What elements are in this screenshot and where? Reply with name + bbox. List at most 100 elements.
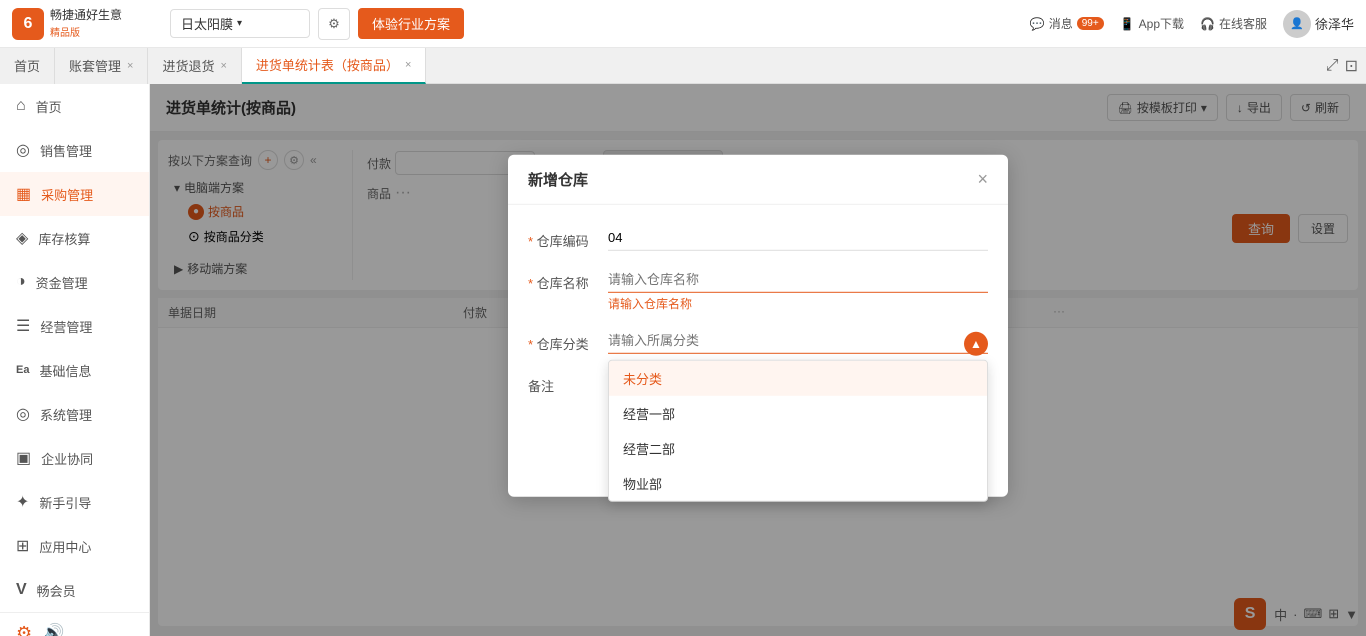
name-field-group: 仓库名称 请输入仓库名称 bbox=[528, 267, 988, 312]
close-icon[interactable]: × bbox=[127, 60, 133, 72]
sidebar-item-operation[interactable]: ☰ 经营管理 bbox=[0, 304, 149, 348]
message-badge: 99+ bbox=[1077, 17, 1104, 30]
user-name: 徐泽华 bbox=[1315, 14, 1354, 33]
operation-icon: ☰ bbox=[16, 316, 30, 336]
app-download-button[interactable]: 📱 App下载 bbox=[1120, 15, 1184, 32]
inventory-icon: ◈ bbox=[16, 228, 28, 248]
logo-text: 畅捷通好生意 精品版 bbox=[50, 8, 122, 39]
sidebar-item-label: 采购管理 bbox=[41, 185, 93, 204]
sidebar-item-apps[interactable]: ⊞ 应用中心 bbox=[0, 524, 149, 568]
vip-icon: V bbox=[16, 581, 27, 599]
chevron-down-icon: ▾ bbox=[237, 18, 242, 29]
name-input[interactable] bbox=[608, 267, 988, 293]
top-bar: 6 畅捷通好生意 精品版 日太阳膜 ▾ ⚙ 体验行业方案 💬 消息 99+ 📱 … bbox=[0, 0, 1366, 48]
tab-purchase-return[interactable]: 进货退货 × bbox=[148, 48, 241, 84]
tab-purchase-stats-label: 进货单统计表（按商品） bbox=[256, 55, 399, 74]
sidebar-item-basic[interactable]: Ea 基础信息 bbox=[0, 348, 149, 392]
dropdown-option-uncategorized[interactable]: 未分类 bbox=[609, 361, 987, 396]
message-label: 消息 bbox=[1049, 15, 1073, 32]
dropdown-option-dept2[interactable]: 经营二部 bbox=[609, 431, 987, 466]
tab-home[interactable]: 首页 bbox=[0, 48, 55, 84]
modal-close-button[interactable]: × bbox=[977, 169, 988, 190]
code-label: 仓库编码 bbox=[528, 225, 608, 250]
new-warehouse-modal: 新增仓库 × 仓库编码 仓库名称 请输入仓库名称 bbox=[508, 155, 1008, 497]
system-icon: ◎ bbox=[16, 404, 30, 424]
sidebar-bottom: ⚙ 🔊 bbox=[0, 612, 150, 636]
headset-icon: 🎧 bbox=[1200, 17, 1215, 31]
category-field-group: 仓库分类 ▲ 未分类 经营一部 经营二部 物业部 bbox=[528, 328, 988, 354]
sidebar-item-vip[interactable]: V 畅会员 bbox=[0, 568, 149, 612]
user-info[interactable]: 👤 徐泽华 bbox=[1283, 10, 1354, 38]
finance-icon: ◑ bbox=[16, 273, 26, 291]
sidebar-item-newbie[interactable]: ✦ 新手引导 bbox=[0, 480, 149, 524]
sidebar-item-inventory[interactable]: ◈ 库存核算 bbox=[0, 216, 149, 260]
tab-purchase-return-label: 进货退货 bbox=[162, 56, 214, 75]
top-bar-right: 💬 消息 99+ 📱 App下载 🎧 在线客服 👤 徐泽华 bbox=[1030, 10, 1354, 38]
message-button[interactable]: 💬 消息 99+ bbox=[1030, 15, 1104, 32]
sidebar-item-label: 畅会员 bbox=[37, 581, 76, 600]
sidebar-item-label: 新手引导 bbox=[39, 493, 91, 512]
sidebar-item-enterprise[interactable]: ▣ 企业协同 bbox=[0, 436, 149, 480]
close-icon[interactable]: × bbox=[405, 59, 411, 71]
code-field-group: 仓库编码 bbox=[528, 225, 988, 251]
home-icon: ⌂ bbox=[16, 97, 26, 115]
modal-body: 仓库编码 仓库名称 请输入仓库名称 仓库分类 bbox=[508, 205, 1008, 432]
code-input[interactable] bbox=[608, 225, 988, 251]
sidebar-item-label: 库存核算 bbox=[38, 229, 90, 248]
category-input[interactable] bbox=[608, 328, 988, 354]
logo-icon: 6 bbox=[12, 8, 44, 40]
sidebar-item-purchase[interactable]: ▦ 采购管理 bbox=[0, 172, 149, 216]
modal-header: 新增仓库 × bbox=[508, 155, 1008, 205]
gear-icon: ⚙ bbox=[328, 16, 340, 32]
logo-area: 6 畅捷通好生意 精品版 bbox=[12, 8, 162, 40]
app-label: App下载 bbox=[1139, 15, 1184, 32]
enterprise-icon: ▣ bbox=[16, 448, 31, 468]
sales-icon: ◎ bbox=[16, 140, 30, 160]
category-dropdown-wrapper: ▲ 未分类 经营一部 经营二部 物业部 bbox=[608, 328, 988, 354]
service-button[interactable]: 🎧 在线客服 bbox=[1200, 15, 1267, 32]
restore-icon[interactable]: ⤢ bbox=[1326, 57, 1339, 75]
name-label: 仓库名称 bbox=[528, 267, 608, 292]
purchase-icon: ▦ bbox=[16, 184, 31, 204]
service-label: 在线客服 bbox=[1219, 15, 1267, 32]
code-field-col bbox=[608, 225, 988, 251]
dropdown-option-property[interactable]: 物业部 bbox=[609, 466, 987, 501]
store-name: 日太阳膜 bbox=[181, 14, 233, 33]
apps-icon: ⊞ bbox=[16, 536, 29, 556]
category-label: 仓库分类 bbox=[528, 328, 608, 353]
settings-button[interactable]: ⚙ bbox=[318, 8, 350, 40]
modal-title: 新增仓库 bbox=[528, 169, 588, 190]
tab-home-label: 首页 bbox=[14, 56, 40, 75]
sidebar-item-label: 系统管理 bbox=[40, 405, 92, 424]
settings-bottom-icon[interactable]: ⚙ bbox=[16, 623, 32, 636]
dropdown-toggle-button[interactable]: ▲ bbox=[964, 332, 988, 356]
content-area: 进货单统计(按商品) 🖨 按模板打印 ▾ ↓ 导出 ↺ 刷新 bbox=[150, 84, 1366, 636]
dropdown-option-dept1[interactable]: 经营一部 bbox=[609, 396, 987, 431]
tab-bar: 首页 账套管理 × 进货退货 × 进货单统计表（按商品） × ⤢ ⊡ bbox=[0, 48, 1366, 84]
sound-icon[interactable]: 🔊 bbox=[42, 623, 64, 636]
tab-accounts-label: 账套管理 bbox=[69, 56, 121, 75]
trial-button[interactable]: 体验行业方案 bbox=[358, 8, 464, 39]
sidebar-item-system[interactable]: ◎ 系统管理 bbox=[0, 392, 149, 436]
sidebar-item-label: 销售管理 bbox=[40, 141, 92, 160]
category-dropdown-list: 未分类 经营一部 经营二部 物业部 bbox=[608, 360, 988, 502]
expand-icon[interactable]: ⊡ bbox=[1345, 56, 1358, 76]
sidebar-item-label: 资金管理 bbox=[36, 273, 88, 292]
store-selector[interactable]: 日太阳膜 ▾ bbox=[170, 9, 310, 38]
remark-label: 备注 bbox=[528, 370, 608, 395]
tab-bar-actions: ⤢ ⊡ bbox=[1326, 56, 1366, 76]
newbie-icon: ✦ bbox=[16, 492, 29, 512]
sidebar: ⌂ 首页 ◎ 销售管理 ▦ 采购管理 ◈ 库存核算 ◑ 资金管理 ☰ 经营管理 … bbox=[0, 84, 150, 636]
tab-purchase-stats[interactable]: 进货单统计表（按商品） × bbox=[242, 48, 426, 84]
sidebar-item-finance[interactable]: ◑ 资金管理 bbox=[0, 260, 149, 304]
message-icon: 💬 bbox=[1030, 17, 1045, 31]
main-layout: ⌂ 首页 ◎ 销售管理 ▦ 采购管理 ◈ 库存核算 ◑ 资金管理 ☰ 经营管理 … bbox=[0, 84, 1366, 636]
sidebar-item-home[interactable]: ⌂ 首页 bbox=[0, 84, 149, 128]
close-icon[interactable]: × bbox=[220, 60, 226, 72]
basic-icon: Ea bbox=[16, 364, 29, 376]
sidebar-item-label: 首页 bbox=[36, 97, 62, 116]
name-field-col: 请输入仓库名称 bbox=[608, 267, 988, 312]
sidebar-item-sales[interactable]: ◎ 销售管理 bbox=[0, 128, 149, 172]
name-error-msg: 请输入仓库名称 bbox=[608, 295, 988, 312]
tab-accounts[interactable]: 账套管理 × bbox=[55, 48, 148, 84]
